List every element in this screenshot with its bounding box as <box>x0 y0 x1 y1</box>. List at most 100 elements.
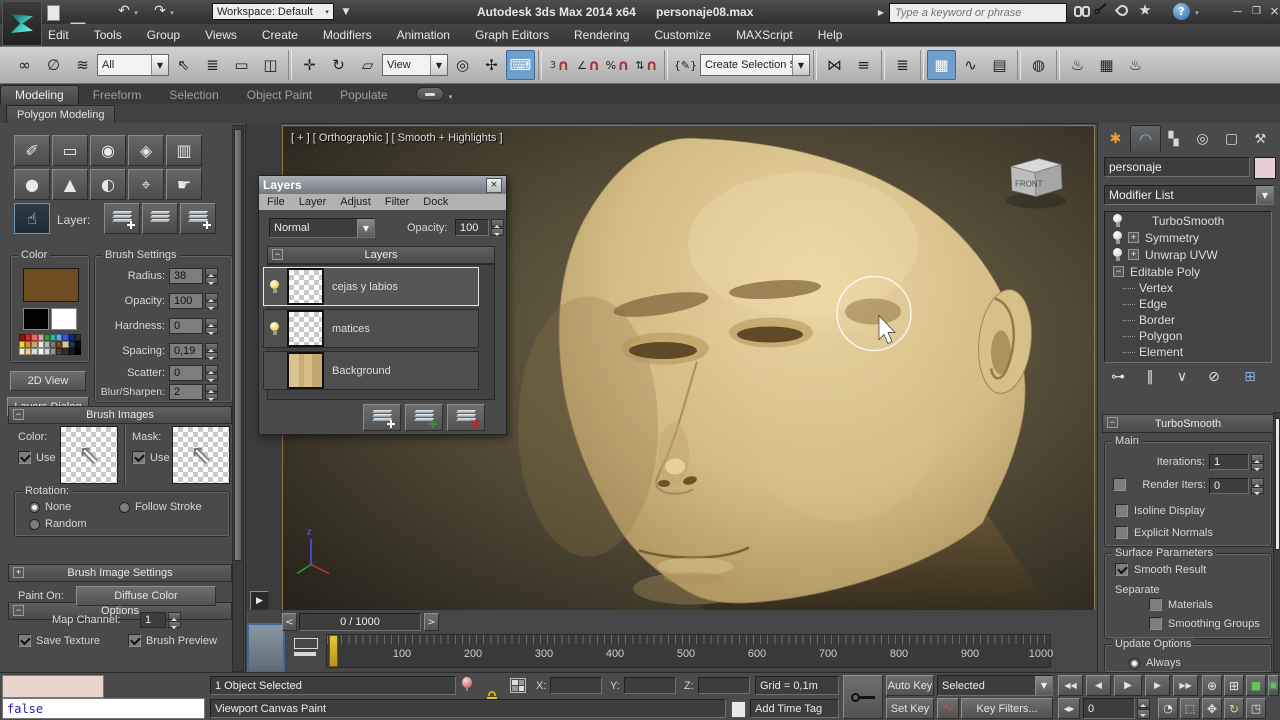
explicit-normals-checkbox[interactable] <box>1115 526 1128 539</box>
select-object-icon[interactable]: ⇖ <box>169 50 198 80</box>
previous-frame-button[interactable]: < <box>282 613 297 631</box>
rotation-none-option[interactable]: None <box>29 501 71 513</box>
modifier-list-dropdown-icon[interactable]: ▼ <box>1256 186 1273 204</box>
key-filters-button[interactable]: Key Filters... <box>961 698 1053 719</box>
percent-snap-icon[interactable]: % ∩ <box>603 50 632 80</box>
palette-swatch[interactable] <box>74 334 81 341</box>
layer-opacity-field[interactable]: 100 <box>455 219 489 236</box>
layers-menu-filter[interactable]: Filter <box>385 196 409 208</box>
play-animation-button[interactable]: ▶ <box>1114 675 1142 696</box>
drag-hand-tool[interactable]: ☝ <box>14 203 50 234</box>
modifier-enabled-icon[interactable] <box>1113 248 1122 261</box>
isoline-display-option[interactable]: Isoline Display <box>1115 504 1205 517</box>
stack-item-editable-poly[interactable]: − Editable Poly <box>1105 263 1271 280</box>
iterations-field[interactable]: 1 <box>1209 454 1249 470</box>
menu-help[interactable]: Help <box>818 28 843 42</box>
add-time-tag-field[interactable]: Add Time Tag <box>750 699 839 718</box>
pin-stack-icon[interactable]: ⊶ <box>1106 367 1130 387</box>
stack-item-turbosmooth[interactable]: TurboSmooth <box>1105 212 1271 229</box>
expand-panel-button[interactable]: ▶ <box>250 591 269 610</box>
map-channel-spinner[interactable] <box>168 612 181 628</box>
reference-coordinate-dropdown-icon[interactable]: ▼ <box>430 55 447 75</box>
save-texture-option[interactable]: Save Texture <box>18 634 100 647</box>
render-iters-spinner[interactable] <box>1251 478 1264 494</box>
minimize-button[interactable]: — <box>1230 4 1245 18</box>
select-scale-icon[interactable]: ▱ <box>353 50 382 80</box>
layer-row-cejas-y-labios[interactable]: cejas y labios <box>263 267 479 306</box>
menu-animation[interactable]: Animation <box>397 28 450 42</box>
layers-dialog[interactable]: Layers × File Layer Adjust Filter Dock N… <box>258 175 507 435</box>
rotation-follow-option[interactable]: Follow Stroke <box>119 501 202 513</box>
undo-button[interactable]: ↶ <box>116 2 132 20</box>
use-mask-image-checkbox[interactable] <box>132 451 145 464</box>
collapse-icon[interactable]: − <box>1107 417 1118 428</box>
z-coordinate-field[interactable] <box>698 677 750 694</box>
y-coordinate-field[interactable] <box>624 677 676 694</box>
layers-menu-adjust[interactable]: Adjust <box>340 196 371 208</box>
tab-create-icon[interactable]: ✱ <box>1101 127 1130 151</box>
update-always-radio[interactable] <box>1129 657 1140 669</box>
track-bar-mode-button[interactable] <box>247 623 285 673</box>
collapse-icon[interactable]: − <box>13 409 24 420</box>
clone-stamp-tool[interactable]: ◉ <box>90 135 126 166</box>
smoothing-groups-checkbox[interactable] <box>1149 617 1162 630</box>
modifier-enabled-icon[interactable] <box>1113 214 1122 227</box>
subobject-edge[interactable]: Edge <box>1105 296 1271 312</box>
snaps-toggle-icon[interactable]: 3 ∩ <box>545 50 574 80</box>
zoom-icon[interactable]: ⊕ <box>1202 675 1222 696</box>
current-frame-spinner[interactable] <box>1137 698 1150 719</box>
search-box[interactable] <box>889 3 1067 23</box>
favorites-star-icon[interactable] <box>1139 4 1153 18</box>
collapse-icon[interactable]: − <box>1113 266 1124 277</box>
help-caret-icon[interactable]: ▾ <box>1193 8 1201 18</box>
color-image-thumbnail[interactable]: ⇖ <box>60 426 118 484</box>
menu-edit[interactable]: Edit <box>48 28 69 42</box>
pan-hand-icon[interactable]: ✥ <box>1202 698 1222 719</box>
tab-utilities-icon[interactable]: ⚒ <box>1246 127 1275 151</box>
save-texture-checkbox[interactable] <box>18 634 31 647</box>
render-setup-icon[interactable]: ♨ <box>1063 50 1092 80</box>
spacing-spinner[interactable] <box>205 343 218 359</box>
show-end-result-icon[interactable]: ‖ <box>1138 367 1162 387</box>
key-mode-dropdown-icon[interactable]: ▼ <box>1035 676 1052 695</box>
workspace-dropdown-icon[interactable]: ▾ <box>321 8 333 16</box>
rotation-random-radio[interactable] <box>29 518 40 530</box>
close-button[interactable]: × <box>1267 4 1280 18</box>
zoom-all-icon[interactable]: ⊞ <box>1224 675 1244 696</box>
undo-caret-icon[interactable]: ▾ <box>132 8 140 18</box>
x-coordinate-field[interactable] <box>550 677 602 694</box>
blend-mode-dropdown[interactable]: Normal ▼ <box>269 218 375 238</box>
radius-field[interactable]: 38 <box>169 268 203 284</box>
menu-customize[interactable]: Customize <box>654 28 711 42</box>
object-name-field[interactable]: personaje <box>1104 157 1250 177</box>
make-unique-icon[interactable]: ∨ <box>1170 367 1194 387</box>
ribbon-tab-modeling[interactable]: Modeling <box>0 85 79 104</box>
render-iters-checkbox[interactable] <box>1113 478 1126 491</box>
paste-as-new-layer-tool[interactable] <box>104 203 140 234</box>
menu-views[interactable]: Views <box>205 28 237 42</box>
go-to-start-button[interactable]: ◀◀ <box>1058 675 1083 696</box>
set-key-button[interactable]: Set Key <box>886 698 934 719</box>
material-editor-icon[interactable]: ◍ <box>1024 50 1053 80</box>
ribbon-minimize-caret-icon[interactable]: ▾ <box>444 93 458 101</box>
expand-icon[interactable]: + <box>1128 249 1139 260</box>
search-icon[interactable] <box>1074 6 1092 18</box>
menu-group[interactable]: Group <box>147 28 180 42</box>
layers-dialog-close-icon[interactable]: × <box>486 177 502 193</box>
update-always-option[interactable]: Always <box>1129 657 1181 669</box>
workspace-flyout-icon[interactable]: ▼ <box>340 5 352 19</box>
palette-swatch[interactable] <box>74 341 81 348</box>
materials-checkbox[interactable] <box>1149 598 1162 611</box>
sharpen-tool[interactable]: ▲ <box>52 169 88 200</box>
configure-modifier-sets-icon[interactable]: ⊞ <box>1238 367 1262 387</box>
brush-image-settings-rollout[interactable]: + Brush Image Settings <box>8 564 232 582</box>
subobject-border[interactable]: Border <box>1105 312 1271 328</box>
menu-tools[interactable]: Tools <box>94 28 122 42</box>
brush-images-rollout[interactable]: − Brush Images <box>8 406 232 424</box>
layer-thumbnail[interactable] <box>287 310 324 347</box>
schematic-view-icon[interactable]: ▤ <box>985 50 1014 80</box>
viewport-label[interactable]: [ + ] [ Orthographic ] [ Smooth + Highli… <box>291 132 503 144</box>
align-icon[interactable]: ≡ <box>849 50 878 80</box>
menu-maxscript[interactable]: MAXScript <box>736 28 793 42</box>
ribbon-tab-freeform[interactable]: Freeform <box>79 86 156 104</box>
